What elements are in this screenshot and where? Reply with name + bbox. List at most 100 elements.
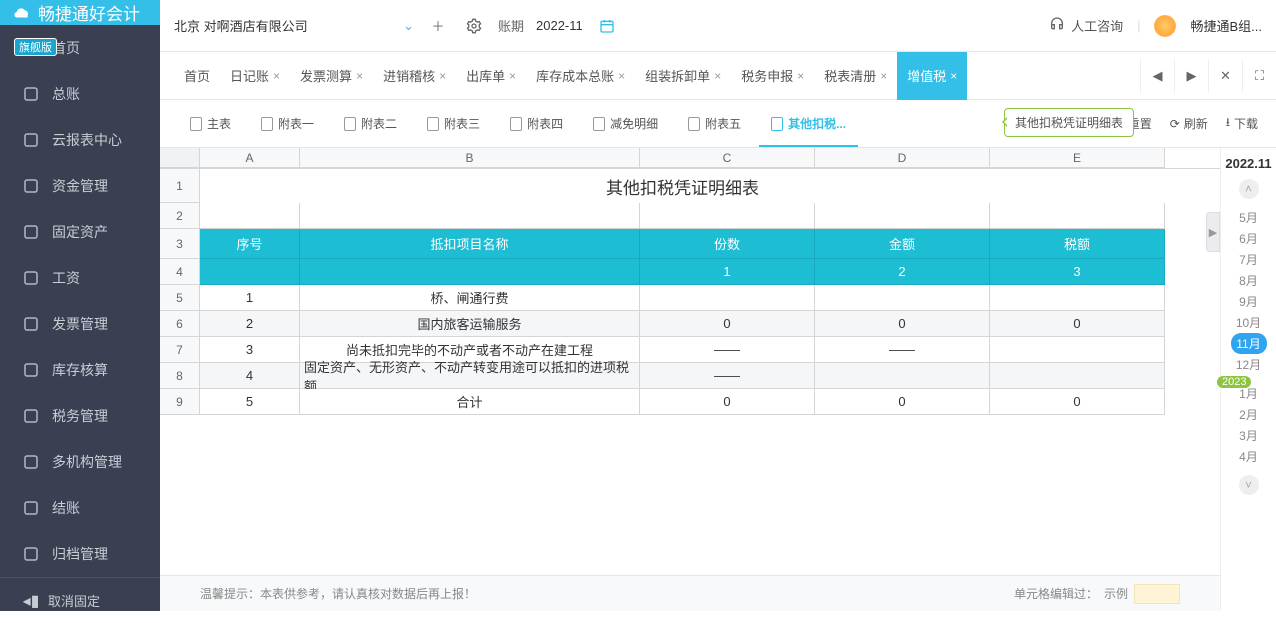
tabs-next[interactable]: ▶ bbox=[1174, 59, 1208, 93]
cell[interactable] bbox=[640, 203, 815, 229]
cell[interactable] bbox=[815, 285, 990, 311]
cell[interactable]: 0 bbox=[990, 389, 1165, 415]
tab-出库单[interactable]: 出库单× bbox=[456, 52, 526, 100]
period-value[interactable]: 2022-11 bbox=[536, 18, 583, 33]
cell[interactable] bbox=[300, 203, 640, 229]
tab-增值税[interactable]: 增值税× bbox=[897, 52, 967, 100]
sheet-tab[interactable]: 附表四 bbox=[498, 109, 575, 138]
sidebar-item-invoice[interactable]: 发票管理 bbox=[0, 301, 160, 347]
sheet-tab[interactable]: 减免明细 bbox=[581, 109, 670, 138]
col-header[interactable]: E bbox=[990, 148, 1165, 168]
month-item[interactable]: 4月 bbox=[1231, 446, 1267, 467]
close-icon[interactable]: × bbox=[509, 69, 516, 83]
cell[interactable] bbox=[815, 363, 990, 389]
cell[interactable] bbox=[815, 203, 990, 229]
close-icon[interactable]: × bbox=[356, 69, 363, 83]
row-header[interactable]: 8 bbox=[160, 363, 200, 389]
cell[interactable]: 国内旅客运输服务 bbox=[300, 311, 640, 337]
row-header[interactable]: 2 bbox=[160, 203, 200, 229]
month-item[interactable]: 6月 bbox=[1231, 228, 1267, 249]
download-button[interactable]: ⭳下载 bbox=[1226, 113, 1258, 134]
tab-进销稽核[interactable]: 进销稽核× bbox=[373, 52, 456, 100]
add-button[interactable]: ＋ bbox=[426, 14, 450, 38]
cell[interactable]: 1 bbox=[200, 285, 300, 311]
cell[interactable]: 0 bbox=[990, 311, 1165, 337]
cell[interactable]: 1 bbox=[640, 259, 815, 285]
tabs-prev[interactable]: ◀ bbox=[1140, 59, 1174, 93]
tabs-close-all[interactable]: ✕ bbox=[1208, 59, 1242, 93]
tab-组装拆卸单[interactable]: 组装拆卸单× bbox=[635, 52, 731, 100]
sidebar-collapse[interactable]: ◂▮ 取消固定 bbox=[0, 577, 160, 623]
month-item[interactable]: 3月 bbox=[1231, 425, 1267, 446]
tab-库存成本总账[interactable]: 库存成本总账× bbox=[526, 52, 635, 100]
tab-税务申报[interactable]: 税务申报× bbox=[731, 52, 814, 100]
sheet-tab[interactable]: 附表一 bbox=[249, 109, 326, 138]
refresh-button[interactable]: ⟳刷新 bbox=[1170, 115, 1208, 132]
settings-button[interactable] bbox=[462, 14, 486, 38]
sidebar-item-settle[interactable]: 结账 bbox=[0, 485, 160, 531]
cell[interactable]: 3 bbox=[200, 337, 300, 363]
sheet-tab[interactable]: 附表二 bbox=[332, 109, 409, 138]
close-icon[interactable]: × bbox=[439, 69, 446, 83]
cell[interactable]: 5 bbox=[200, 389, 300, 415]
cell[interactable]: 4 bbox=[200, 363, 300, 389]
sidebar-item-stock[interactable]: 库存核算 bbox=[0, 347, 160, 393]
cell[interactable] bbox=[990, 363, 1165, 389]
tab-发票测算[interactable]: 发票测算× bbox=[290, 52, 373, 100]
month-item[interactable]: 2月 bbox=[1231, 404, 1267, 425]
sidebar-item-asset[interactable]: 固定资产 bbox=[0, 209, 160, 255]
cell[interactable]: 合计 bbox=[300, 389, 640, 415]
close-icon[interactable]: × bbox=[714, 69, 721, 83]
sheet-tab[interactable]: 主表 bbox=[178, 109, 243, 138]
cell[interactable]: —— bbox=[640, 337, 815, 363]
tabs-expand[interactable]: ⛶ bbox=[1242, 59, 1276, 93]
close-icon[interactable]: × bbox=[880, 69, 887, 83]
month-item[interactable]: 5月 bbox=[1231, 207, 1267, 228]
cell[interactable] bbox=[200, 259, 300, 285]
cell[interactable]: —— bbox=[640, 363, 815, 389]
row-header[interactable]: 5 bbox=[160, 285, 200, 311]
sidebar-item-ledger[interactable]: 总账 bbox=[0, 71, 160, 117]
sidebar-item-chart[interactable]: 云报表中心 bbox=[0, 117, 160, 163]
close-icon[interactable]: × bbox=[797, 69, 804, 83]
sidebar-item-multi[interactable]: 多机构管理 bbox=[0, 439, 160, 485]
calendar-icon[interactable] bbox=[595, 14, 619, 38]
row-header[interactable]: 4 bbox=[160, 259, 200, 285]
cell[interactable]: 桥、闸通行费 bbox=[300, 285, 640, 311]
cell[interactable] bbox=[990, 285, 1165, 311]
cell[interactable]: 0 bbox=[640, 311, 815, 337]
panel-collapse-handle[interactable]: ▶ bbox=[1206, 212, 1220, 252]
tab-首页[interactable]: 首页 bbox=[174, 52, 220, 100]
cell[interactable]: 抵扣项目名称 bbox=[300, 229, 640, 259]
col-header[interactable]: D bbox=[815, 148, 990, 168]
sheet-tab[interactable]: 其他扣税... bbox=[759, 109, 858, 138]
month-item[interactable]: 7月 bbox=[1231, 249, 1267, 270]
cell[interactable]: 0 bbox=[815, 389, 990, 415]
cell[interactable]: 2 bbox=[815, 259, 990, 285]
col-header[interactable]: A bbox=[200, 148, 300, 168]
avatar[interactable] bbox=[1154, 15, 1176, 37]
close-icon[interactable]: × bbox=[618, 69, 625, 83]
close-icon[interactable]: × bbox=[273, 69, 280, 83]
panel-up[interactable]: ˄ bbox=[1239, 179, 1259, 199]
month-item[interactable]: 10月 bbox=[1231, 312, 1267, 333]
sidebar-item-payroll[interactable]: 工资 bbox=[0, 255, 160, 301]
row-header[interactable]: 1 bbox=[160, 169, 200, 203]
close-icon[interactable]: × bbox=[950, 69, 957, 83]
month-item[interactable]: 11月 bbox=[1231, 333, 1267, 354]
cell[interactable]: 固定资产、无形资产、不动产转变用途可以抵扣的进项税额 bbox=[300, 363, 640, 389]
consult-link[interactable]: 人工咨询 bbox=[1049, 16, 1123, 35]
month-item[interactable]: 9月 bbox=[1231, 291, 1267, 312]
cell[interactable] bbox=[200, 203, 300, 229]
row-header[interactable]: 9 bbox=[160, 389, 200, 415]
cell[interactable]: 0 bbox=[640, 389, 815, 415]
cell[interactable] bbox=[990, 337, 1165, 363]
sidebar-item-tax[interactable]: 税务管理 bbox=[0, 393, 160, 439]
spreadsheet[interactable]: ABCDE 1其他扣税凭证明细表23序号抵扣项目名称份数金额税额412351桥、… bbox=[160, 148, 1220, 611]
cell[interactable]: 份数 bbox=[640, 229, 815, 259]
cell[interactable]: 0 bbox=[815, 311, 990, 337]
tab-日记账[interactable]: 日记账× bbox=[220, 52, 290, 100]
sheet-tab[interactable]: 附表五 bbox=[676, 109, 753, 138]
cell[interactable]: 金额 bbox=[815, 229, 990, 259]
company-selector[interactable]: 北京 对啊酒店有限公司 ⌄ bbox=[174, 16, 414, 35]
